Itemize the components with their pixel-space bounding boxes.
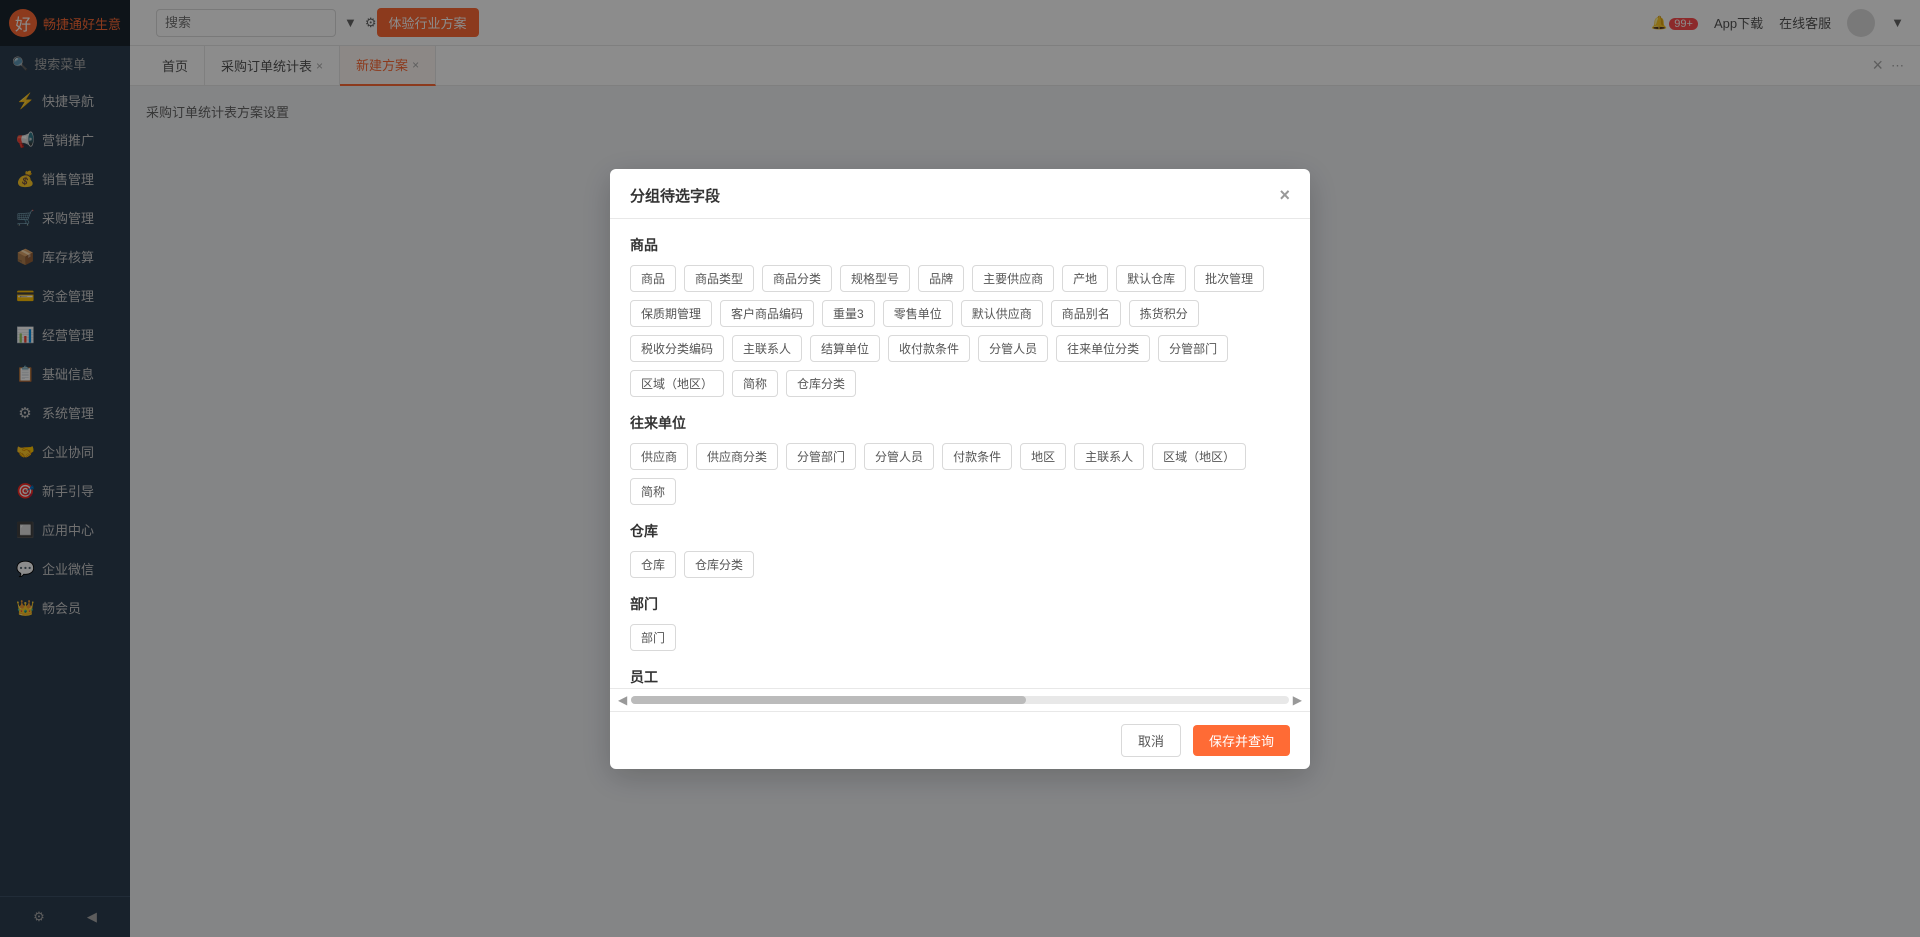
hscroll-thumb	[631, 696, 1026, 704]
field-tag-goods-default-wh[interactable]: 默认仓库	[1116, 265, 1186, 292]
dialog-body: 商品 商品 商品类型 商品分类 规格型号 品牌 主要供应商 产地 默认仓库 批次…	[610, 219, 1310, 688]
field-group-partner: 供应商 供应商分类 分管部门 分管人员 付款条件 地区 主联系人 区域（地区） …	[630, 443, 1290, 505]
field-tag-wh-category[interactable]: 仓库分类	[684, 551, 754, 578]
field-select-dialog: 分组待选字段 × 商品 商品 商品类型 商品分类 规格型号 品牌 主要供应商 产…	[610, 169, 1310, 769]
dialog-title: 分组待选字段	[630, 185, 720, 206]
field-tag-partner-area[interactable]: 区域（地区）	[1152, 443, 1246, 470]
field-tag-goods-main-supplier[interactable]: 主要供应商	[972, 265, 1054, 292]
field-tag-goods-brand[interactable]: 品牌	[918, 265, 964, 292]
section-title-warehouse: 仓库	[630, 521, 1290, 541]
field-tag-partner-supplier-cat[interactable]: 供应商分类	[696, 443, 778, 470]
field-tag-goods-retail-unit[interactable]: 零售单位	[883, 300, 953, 327]
field-group-goods: 商品 商品类型 商品分类 规格型号 品牌 主要供应商 产地 默认仓库 批次管理 …	[630, 265, 1290, 397]
field-tag-goods-partner-type[interactable]: 往来单位分类	[1056, 335, 1150, 362]
field-tag-goods-wh-category[interactable]: 仓库分类	[786, 370, 856, 397]
field-tag-goods-origin[interactable]: 产地	[1062, 265, 1108, 292]
field-tag-partner-short[interactable]: 简称	[630, 478, 676, 505]
field-tag-partner-contact[interactable]: 主联系人	[1074, 443, 1144, 470]
cancel-button[interactable]: 取消	[1121, 724, 1181, 757]
field-tag-goods-payment-term[interactable]: 收付款条件	[888, 335, 970, 362]
dialog-footer: 取消 保存并查询	[610, 711, 1310, 769]
field-tag-goods-item[interactable]: 商品	[630, 265, 676, 292]
dialog-header: 分组待选字段 ×	[610, 169, 1310, 219]
field-tag-goods-alias[interactable]: 商品别名	[1051, 300, 1121, 327]
hscroll-track[interactable]	[631, 696, 1289, 704]
field-tag-goods-dept[interactable]: 分管部门	[1158, 335, 1228, 362]
field-group-department: 部门	[630, 624, 1290, 651]
field-tag-partner-dept[interactable]: 分管部门	[786, 443, 856, 470]
field-tag-goods-type[interactable]: 商品类型	[684, 265, 754, 292]
field-tag-partner-payment[interactable]: 付款条件	[942, 443, 1012, 470]
dialog-close-button[interactable]: ×	[1279, 185, 1290, 206]
section-title-staff: 员工	[630, 667, 1290, 687]
field-tag-goods-manager[interactable]: 分管人员	[978, 335, 1048, 362]
field-tag-goods-pick-score[interactable]: 拣货积分	[1129, 300, 1199, 327]
confirm-button[interactable]: 保存并查询	[1193, 725, 1290, 756]
field-tag-goods-short-name[interactable]: 简称	[732, 370, 778, 397]
section-title-goods: 商品	[630, 235, 1290, 255]
dialog-horizontal-scrollbar[interactable]: ◀ ▶	[610, 688, 1310, 711]
field-group-warehouse: 仓库 仓库分类	[630, 551, 1290, 578]
field-tag-goods-expiry[interactable]: 保质期管理	[630, 300, 712, 327]
field-tag-partner-region[interactable]: 地区	[1020, 443, 1066, 470]
field-tag-goods-settle-unit[interactable]: 结算单位	[810, 335, 880, 362]
hscroll-right-arrow[interactable]: ▶	[1293, 693, 1302, 707]
field-tag-goods-main-contact[interactable]: 主联系人	[732, 335, 802, 362]
field-tag-goods-category[interactable]: 商品分类	[762, 265, 832, 292]
field-tag-goods-spec[interactable]: 规格型号	[840, 265, 910, 292]
field-tag-wh-warehouse[interactable]: 仓库	[630, 551, 676, 578]
section-title-partner: 往来单位	[630, 413, 1290, 433]
section-title-department: 部门	[630, 594, 1290, 614]
hscroll-left-arrow[interactable]: ◀	[618, 693, 627, 707]
field-tag-goods-default-supplier[interactable]: 默认供应商	[961, 300, 1043, 327]
field-tag-partner-manager[interactable]: 分管人员	[864, 443, 934, 470]
field-tag-goods-weight[interactable]: 重量3	[822, 300, 875, 327]
field-tag-goods-tax-code[interactable]: 税收分类编码	[630, 335, 724, 362]
field-tag-dept-dept[interactable]: 部门	[630, 624, 676, 651]
field-tag-goods-batch[interactable]: 批次管理	[1194, 265, 1264, 292]
field-tag-goods-customer-code[interactable]: 客户商品编码	[720, 300, 814, 327]
field-tag-goods-region[interactable]: 区域（地区）	[630, 370, 724, 397]
field-tag-partner-supplier[interactable]: 供应商	[630, 443, 688, 470]
